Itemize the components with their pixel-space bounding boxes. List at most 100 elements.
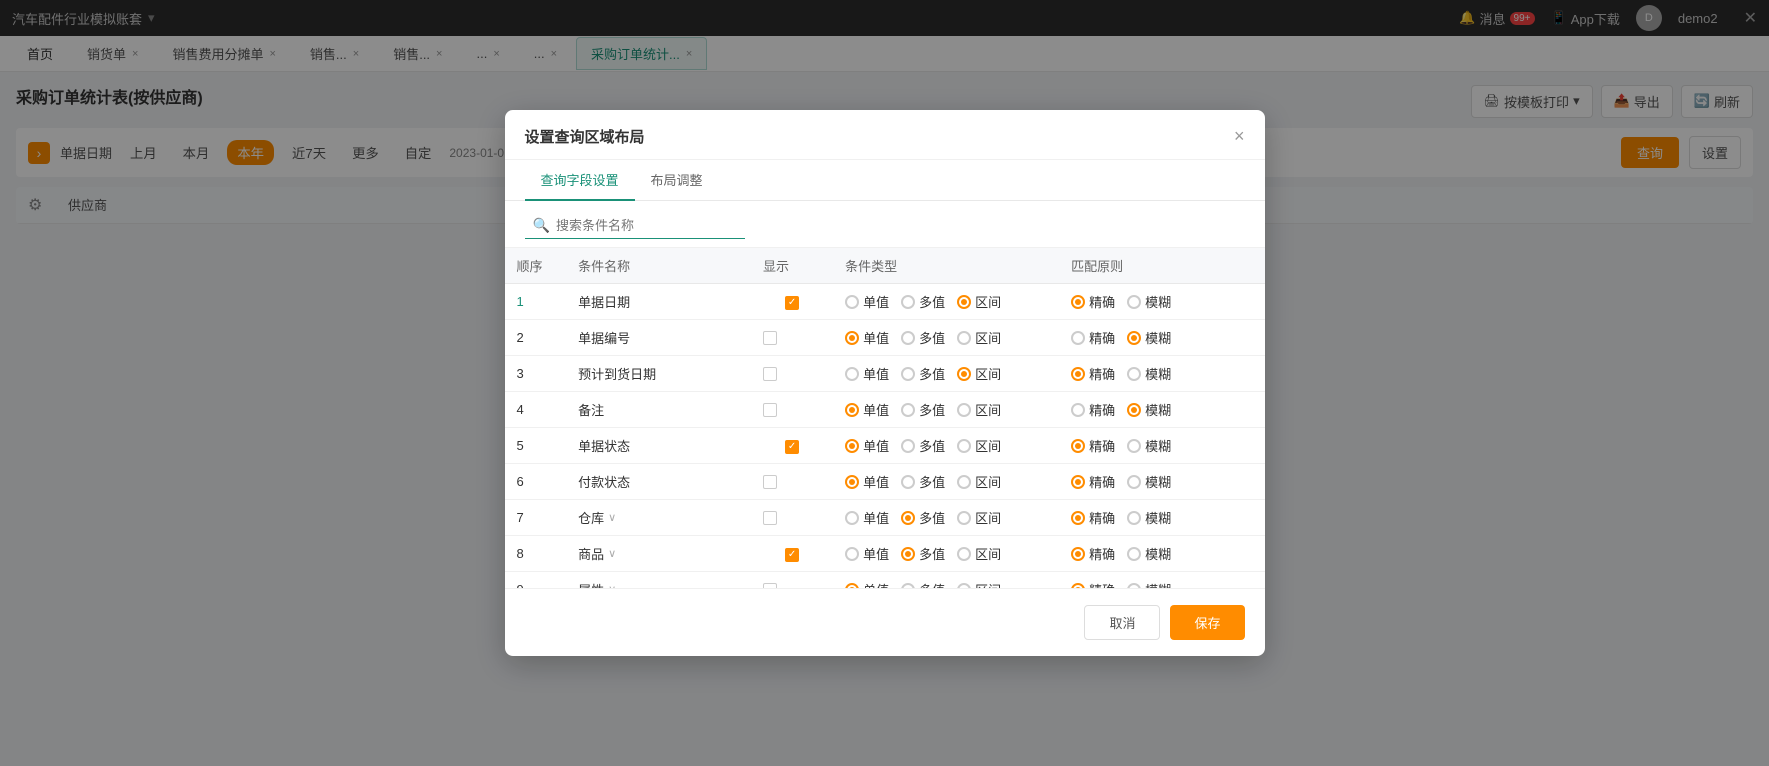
display-checkbox[interactable] bbox=[785, 548, 799, 562]
cell-display bbox=[751, 536, 833, 572]
dialog-close-btn[interactable]: × bbox=[1234, 126, 1245, 147]
cell-match: 精确模糊 bbox=[1059, 536, 1264, 572]
dialog-search-area: 🔍 bbox=[505, 201, 1265, 248]
radio-type-type_single[interactable]: 单值 bbox=[845, 292, 889, 311]
th-match: 匹配原则 bbox=[1059, 248, 1264, 284]
radio-type-type_multi[interactable]: 多值 bbox=[901, 292, 945, 311]
radio-type-type_multi[interactable]: 多值 bbox=[901, 328, 945, 347]
radio-match-match_exact[interactable]: 精确 bbox=[1071, 472, 1115, 491]
cell-name: 单据编号 bbox=[566, 320, 751, 356]
radio-type-type_multi[interactable]: 多值 bbox=[901, 400, 945, 419]
radio-type-type_single[interactable]: 单值 bbox=[845, 508, 889, 527]
radio-match-match_exact[interactable]: 精确 bbox=[1071, 400, 1115, 419]
radio-type-type_multi[interactable]: 多值 bbox=[901, 472, 945, 491]
condition-name: 单据状态 bbox=[578, 436, 630, 455]
radio-type-type_range[interactable]: 区间 bbox=[957, 364, 1001, 383]
radio-type-type_multi[interactable]: 多值 bbox=[901, 544, 945, 563]
radio-type-type_single[interactable]: 单值 bbox=[845, 400, 889, 419]
condition-name: 单据编号 bbox=[578, 328, 630, 347]
radio-match-match_fuzzy[interactable]: 模糊 bbox=[1127, 400, 1171, 419]
radio-type-type_range[interactable]: 区间 bbox=[957, 472, 1001, 491]
radio-type-type_range[interactable]: 区间 bbox=[957, 292, 1001, 311]
save-btn[interactable]: 保存 bbox=[1170, 605, 1244, 640]
radio-type-type_range[interactable]: 区间 bbox=[957, 436, 1001, 455]
radio-match-match_fuzzy[interactable]: 模糊 bbox=[1127, 544, 1171, 563]
radio-match-match_exact[interactable]: 精确 bbox=[1071, 580, 1115, 588]
radio-type-type_single[interactable]: 单值 bbox=[845, 436, 889, 455]
radio-match-match_fuzzy[interactable]: 模糊 bbox=[1127, 436, 1171, 455]
display-checkbox[interactable] bbox=[785, 296, 799, 310]
dialog-tab-layout-label: 布局调整 bbox=[651, 173, 703, 188]
dialog-table-header-row: 顺序 条件名称 显示 条件类型 匹配原则 bbox=[505, 248, 1265, 284]
radio-type-type_multi[interactable]: 多值 bbox=[901, 364, 945, 383]
modal-overlay: 设置查询区域布局 × 查询字段设置 布局调整 🔍 顺序 bbox=[0, 0, 1769, 766]
radio-match-match_exact[interactable]: 精确 bbox=[1071, 544, 1115, 563]
dialog-tab-layout[interactable]: 布局调整 bbox=[635, 160, 719, 201]
cell-display bbox=[751, 392, 833, 428]
radio-match-match_exact[interactable]: 精确 bbox=[1071, 292, 1115, 311]
cell-name: 单据状态 bbox=[566, 428, 751, 464]
order-number: 1 bbox=[517, 294, 524, 309]
radio-type-type_range[interactable]: 区间 bbox=[957, 580, 1001, 588]
table-row: 3预计到货日期单值多值区间精确模糊 bbox=[505, 356, 1265, 392]
radio-type-type_range[interactable]: 区间 bbox=[957, 544, 1001, 563]
cell-match: 精确模糊 bbox=[1059, 356, 1264, 392]
cell-match: 精确模糊 bbox=[1059, 392, 1264, 428]
dialog-footer: 取消 保存 bbox=[505, 588, 1265, 656]
display-checkbox[interactable] bbox=[763, 475, 777, 489]
search-input-wrapper: 🔍 bbox=[525, 213, 745, 239]
cell-match: 精确模糊 bbox=[1059, 284, 1264, 320]
order-number: 4 bbox=[517, 402, 524, 417]
cell-match: 精确 模糊 bbox=[1059, 572, 1264, 589]
radio-match-match_exact[interactable]: 精确 bbox=[1071, 364, 1115, 383]
radio-match-match_fuzzy[interactable]: 模糊 bbox=[1127, 580, 1171, 588]
display-checkbox[interactable] bbox=[785, 440, 799, 454]
th-type: 条件类型 bbox=[833, 248, 1059, 284]
radio-type-type_multi[interactable]: 多值 bbox=[901, 436, 945, 455]
dialog-table-scroll[interactable]: 顺序 条件名称 显示 条件类型 匹配原则 1单据日期单值多值区间精确模糊2单据编… bbox=[505, 248, 1265, 588]
radio-type-type_range[interactable]: 区间 bbox=[957, 328, 1001, 347]
radio-match-match_fuzzy[interactable]: 模糊 bbox=[1127, 328, 1171, 347]
cell-order: 2 bbox=[505, 320, 567, 356]
order-number: 7 bbox=[517, 510, 524, 525]
dialog-tab-fields[interactable]: 查询字段设置 bbox=[525, 160, 635, 201]
radio-type-type_single[interactable]: 单值 bbox=[845, 544, 889, 563]
condition-name: 单据日期 bbox=[578, 292, 630, 311]
radio-type-type_range[interactable]: 区间 bbox=[957, 400, 1001, 419]
radio-type-type_single[interactable]: 单值 bbox=[845, 364, 889, 383]
radio-type-type_single[interactable]: 单值 bbox=[845, 580, 889, 588]
display-checkbox[interactable] bbox=[763, 403, 777, 417]
radio-match-match_exact[interactable]: 精确 bbox=[1071, 508, 1115, 527]
radio-type-type_range[interactable]: 区间 bbox=[957, 508, 1001, 527]
radio-match-match_fuzzy[interactable]: 模糊 bbox=[1127, 508, 1171, 527]
order-number: 2 bbox=[517, 330, 524, 345]
display-checkbox[interactable] bbox=[763, 511, 777, 525]
condition-name: 商品 bbox=[578, 544, 604, 563]
radio-match-match_exact[interactable]: 精确 bbox=[1071, 436, 1115, 455]
cell-display bbox=[751, 428, 833, 464]
radio-type-type_multi[interactable]: 多值 bbox=[901, 508, 945, 527]
cancel-btn[interactable]: 取消 bbox=[1084, 605, 1160, 640]
radio-type-type_multi[interactable]: 多值 bbox=[901, 580, 945, 588]
chevron-down-icon[interactable]: ∨ bbox=[608, 511, 616, 524]
cell-match: 精确模糊 bbox=[1059, 428, 1264, 464]
cell-display bbox=[751, 356, 833, 392]
radio-type-type_single[interactable]: 单值 bbox=[845, 472, 889, 491]
th-order: 顺序 bbox=[505, 248, 567, 284]
chevron-down-icon[interactable]: ∨ bbox=[608, 547, 616, 560]
cell-name: 备注 bbox=[566, 392, 751, 428]
radio-type-type_single[interactable]: 单值 bbox=[845, 328, 889, 347]
radio-match-match_fuzzy[interactable]: 模糊 bbox=[1127, 292, 1171, 311]
radio-match-match_fuzzy[interactable]: 模糊 bbox=[1127, 472, 1171, 491]
cell-order: 3 bbox=[505, 356, 567, 392]
order-number: 8 bbox=[517, 546, 524, 561]
condition-name: 属性 bbox=[578, 580, 604, 588]
cell-type: 单值多值区间 bbox=[833, 536, 1059, 572]
radio-match-match_fuzzy[interactable]: 模糊 bbox=[1127, 364, 1171, 383]
display-checkbox[interactable] bbox=[763, 367, 777, 381]
radio-match-match_exact[interactable]: 精确 bbox=[1071, 328, 1115, 347]
display-checkbox[interactable] bbox=[763, 331, 777, 345]
cell-order: 5 bbox=[505, 428, 567, 464]
cell-name: 商品 ∨ bbox=[566, 536, 751, 572]
search-input[interactable] bbox=[556, 218, 737, 233]
